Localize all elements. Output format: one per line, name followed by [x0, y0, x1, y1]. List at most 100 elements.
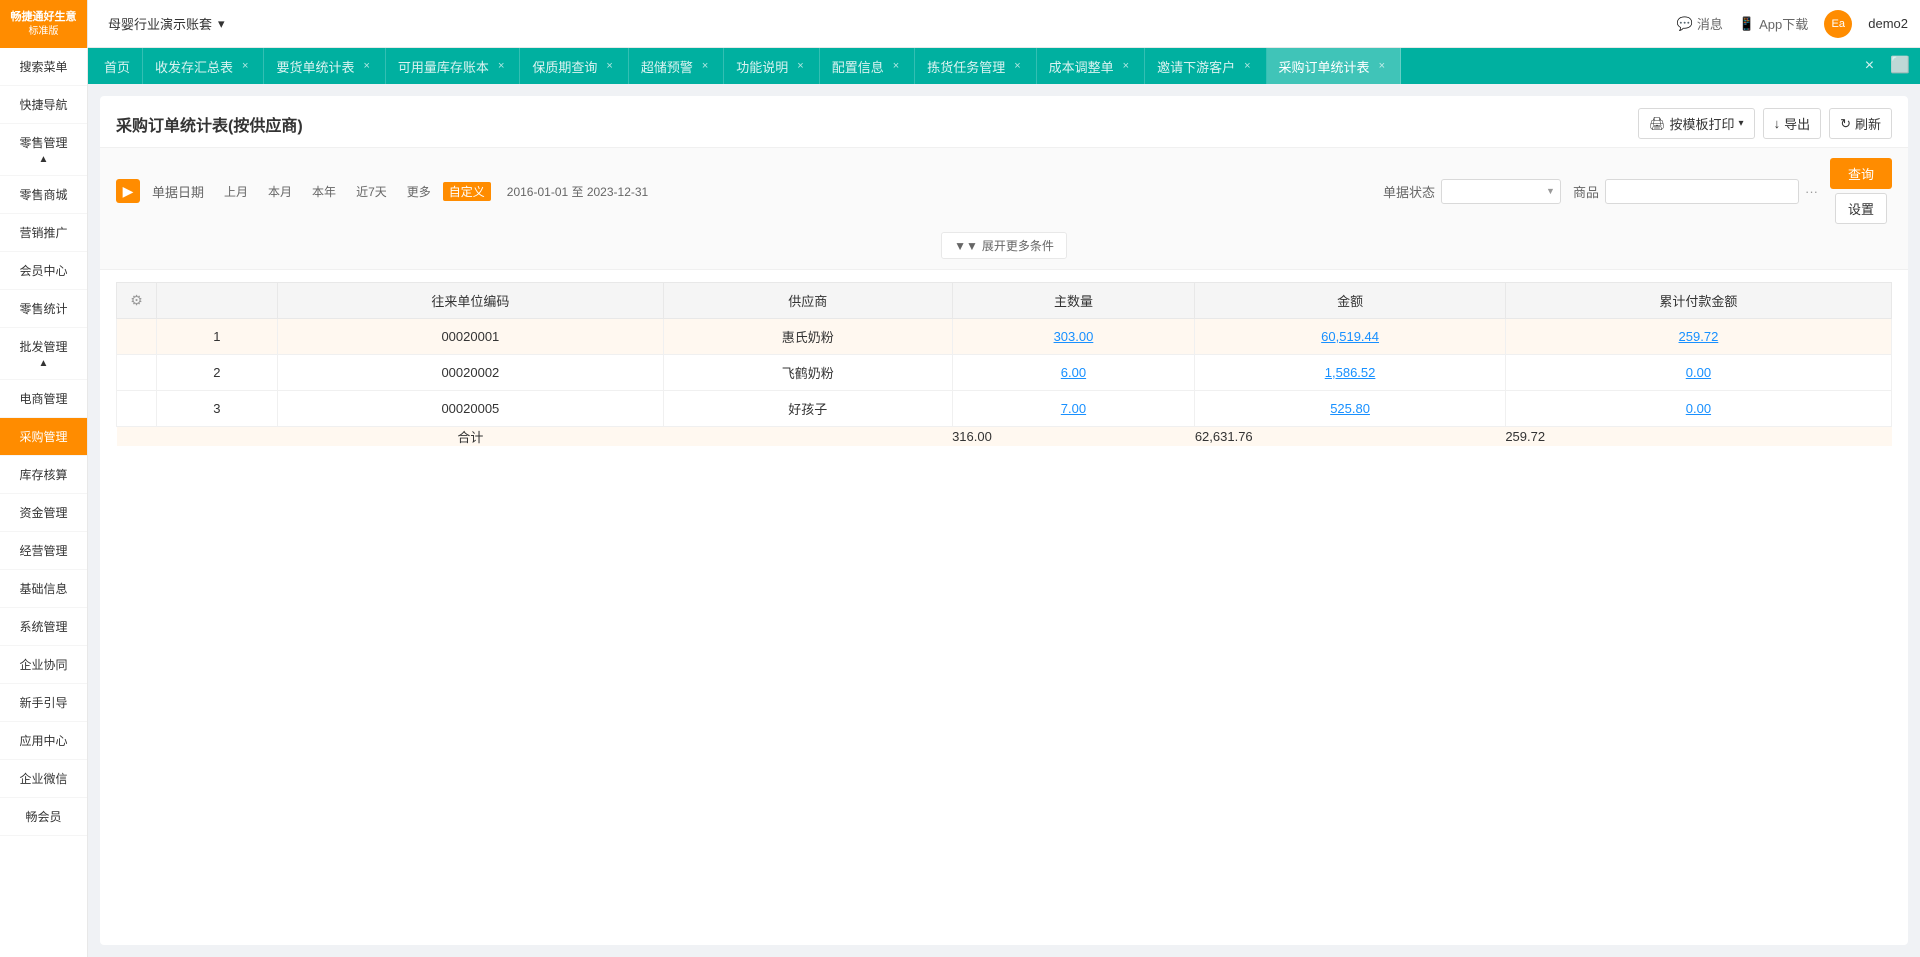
- nav-tab-close-overstock[interactable]: ×: [699, 59, 711, 73]
- table-footer-row: 合计 316.00 62,631.76 259.72: [117, 427, 1892, 447]
- nav-tab-receive_summary[interactable]: 收发存汇总表 ×: [143, 48, 264, 84]
- sidebar-item-label-ecommerce: 电商管理: [19, 390, 67, 407]
- app-download-action[interactable]: 📱 App下载: [1739, 14, 1808, 33]
- sidebar-item-app_center[interactable]: 应用中心: [0, 722, 87, 760]
- nav-tab-close-purchase_stats[interactable]: ×: [1376, 59, 1388, 73]
- message-action[interactable]: 💬 消息: [1677, 14, 1723, 33]
- sidebar-item-label-purchase_manage: 采购管理: [19, 428, 67, 445]
- nav-tab-label-available_stock: 可用量库存账本: [398, 57, 489, 76]
- filter-row-1: ▶ 单据日期 上月 本月 本年 近7天 更多 自定义 2016-01-01 至 …: [116, 158, 1892, 224]
- sidebar-item-member_center[interactable]: 会员中心: [0, 252, 87, 290]
- sidebar-item-operations[interactable]: 经营管理: [0, 532, 87, 570]
- nav-tab-home[interactable]: 首页: [92, 48, 143, 84]
- table-config-icon[interactable]: ⚙: [130, 292, 143, 308]
- nav-tab-config_info[interactable]: 配置信息×: [820, 48, 915, 84]
- sidebar-item-quick_nav[interactable]: 快捷导航: [0, 86, 87, 124]
- td-supplier-name: 飞鹤奶粉: [663, 355, 952, 391]
- nav-tab-label-cost_adjust: 成本调整单: [1049, 57, 1114, 76]
- sidebar-item-basic_info[interactable]: 基础信息: [0, 570, 87, 608]
- nav-tab-available_stock[interactable]: 可用量库存账本 ×: [386, 48, 520, 84]
- nav-tab-close-goods_stats[interactable]: ×: [360, 59, 372, 73]
- nav-tab-close-config_info[interactable]: ×: [890, 59, 902, 73]
- nav-tab-close-function_desc[interactable]: ×: [794, 59, 806, 73]
- refresh-button[interactable]: ↻ 刷新: [1829, 108, 1892, 139]
- sidebar-item-batch_manage[interactable]: 批发管理▲: [0, 328, 87, 380]
- print-button[interactable]: 🖨 按模板打印 ▾: [1638, 108, 1755, 139]
- tabs-close-all-button[interactable]: ×: [1859, 56, 1880, 76]
- nav-tab-function_desc[interactable]: 功能说明×: [724, 48, 819, 84]
- sidebar-item-enterprise[interactable]: 企业协同: [0, 646, 87, 684]
- sidebar-item-sys_manage[interactable]: 系统管理: [0, 608, 87, 646]
- filter-row-2: ▼▼ 展开更多条件: [116, 232, 1892, 259]
- expand-more-button[interactable]: ▼▼ 展开更多条件: [941, 232, 1067, 259]
- th-supplier-code: 往来单位编码: [277, 283, 663, 319]
- td-config: [117, 391, 157, 427]
- footer-paid: 259.72: [1505, 427, 1891, 447]
- sidebar-item-retail_stats[interactable]: 零售统计: [0, 290, 87, 328]
- sidebar-item-ecommerce[interactable]: 电商管理: [0, 380, 87, 418]
- filter-area: ▶ 单据日期 上月 本月 本年 近7天 更多 自定义 2016-01-01 至 …: [100, 148, 1908, 270]
- sidebar-item-label-app_center: 应用中心: [19, 732, 67, 749]
- td-supplier-name: 好孩子: [663, 391, 952, 427]
- nav-tab-close-invite_downstream[interactable]: ×: [1241, 59, 1253, 73]
- td-paid: 0.00: [1505, 391, 1891, 427]
- export-button[interactable]: ↓ 导出: [1763, 108, 1822, 139]
- nav-tab-close-receive_summary[interactable]: ×: [239, 59, 251, 73]
- page-container: 采购订单统计表(按供应商) 🖨 按模板打印 ▾ ↓ 导出 ↻ 刷新: [100, 96, 1908, 945]
- nav-tab-close-cost_adjust[interactable]: ×: [1120, 59, 1132, 73]
- query-button[interactable]: 查询: [1830, 158, 1892, 189]
- message-icon: 💬: [1677, 16, 1693, 32]
- print-icon: 🖨: [1649, 116, 1666, 132]
- sidebar-item-label-finance: 资金管理: [19, 504, 67, 521]
- nav-tab-task_manage[interactable]: 拣货任务管理 ×: [915, 48, 1036, 84]
- nav-tab-close-shelf_life[interactable]: ×: [603, 59, 615, 73]
- goods-more-icon[interactable]: ···: [1805, 184, 1818, 199]
- sidebar-item-retail_shop[interactable]: 零售商城: [0, 176, 87, 214]
- nav-tab-label-task_manage: 拣货任务管理: [927, 57, 1005, 76]
- sidebar-item-marketing[interactable]: 营销推广: [0, 214, 87, 252]
- nav-tab-close-available_stock[interactable]: ×: [495, 59, 507, 73]
- sidebar-item-new_guide[interactable]: 新手引导: [0, 684, 87, 722]
- nav-tab-close-task_manage[interactable]: ×: [1011, 59, 1023, 73]
- tabs-maximize-button[interactable]: ⬜: [1884, 56, 1916, 76]
- nav-tab-invite_downstream[interactable]: 邀请下游客户×: [1145, 48, 1266, 84]
- avatar[interactable]: Ea: [1824, 10, 1852, 38]
- sidebar-item-label-enterprise_wechat: 企业微信: [19, 770, 67, 787]
- nav-tab-purchase_stats[interactable]: 采购订单统计表×: [1267, 48, 1401, 84]
- date-option-more[interactable]: 更多: [399, 181, 439, 202]
- status-label: 单据状态: [1383, 182, 1435, 201]
- nav-tab-overstock[interactable]: 超储预警×: [629, 48, 724, 84]
- export-label: 导出: [1784, 114, 1810, 133]
- nav-tab-label-receive_summary: 收发存汇总表: [155, 57, 233, 76]
- settings-button[interactable]: 设置: [1835, 193, 1887, 224]
- date-option-this-month[interactable]: 本月: [260, 181, 300, 202]
- date-option-custom[interactable]: 自定义: [443, 182, 491, 201]
- table-row: 200020002飞鹤奶粉6.001,586.520.00: [117, 355, 1892, 391]
- sidebar-item-search[interactable]: 搜索菜单: [0, 48, 87, 86]
- page-header-actions: 🖨 按模板打印 ▾ ↓ 导出 ↻ 刷新: [1638, 108, 1892, 139]
- sidebar-item-retail_manage[interactable]: 零售管理▲: [0, 124, 87, 176]
- sidebar-item-member[interactable]: 畅会员: [0, 798, 87, 836]
- sidebar-item-label-search: 搜索菜单: [19, 58, 67, 75]
- nav-tab-cost_adjust[interactable]: 成本调整单 ×: [1037, 48, 1145, 84]
- sidebar-item-purchase_manage[interactable]: 采购管理: [0, 418, 87, 456]
- date-option-7-days[interactable]: 近7天: [348, 181, 395, 202]
- sidebar-logo[interactable]: 畅捷通好生意 标准版: [0, 0, 87, 48]
- sidebar-item-label-new_guide: 新手引导: [19, 694, 67, 711]
- date-option-this-year[interactable]: 本年: [304, 181, 344, 202]
- td-index: 3: [157, 391, 278, 427]
- goods-input[interactable]: [1605, 179, 1799, 204]
- print-dropdown-icon: ▾: [1739, 118, 1744, 129]
- workspace-selector[interactable]: 母婴行业演示账套 ▾: [100, 10, 233, 37]
- page-title: 采购订单统计表(按供应商): [116, 112, 303, 136]
- sidebar-item-finance[interactable]: 资金管理: [0, 494, 87, 532]
- user-name[interactable]: demo2: [1868, 16, 1908, 31]
- sidebar-item-enterprise_wechat[interactable]: 企业微信: [0, 760, 87, 798]
- nav-tab-shelf_life[interactable]: 保质期查询×: [520, 48, 628, 84]
- date-option-last-month[interactable]: 上月: [216, 181, 256, 202]
- filter-toggle-button[interactable]: ▶: [116, 179, 140, 203]
- nav-tabs: 首页收发存汇总表×要货单统计表×可用量库存账本×保质期查询×超储预警×功能说明×…: [88, 48, 1920, 84]
- status-select[interactable]: [1441, 179, 1561, 204]
- sidebar-item-inventory[interactable]: 库存核算: [0, 456, 87, 494]
- nav-tab-goods_stats[interactable]: 要货单统计表×: [264, 48, 385, 84]
